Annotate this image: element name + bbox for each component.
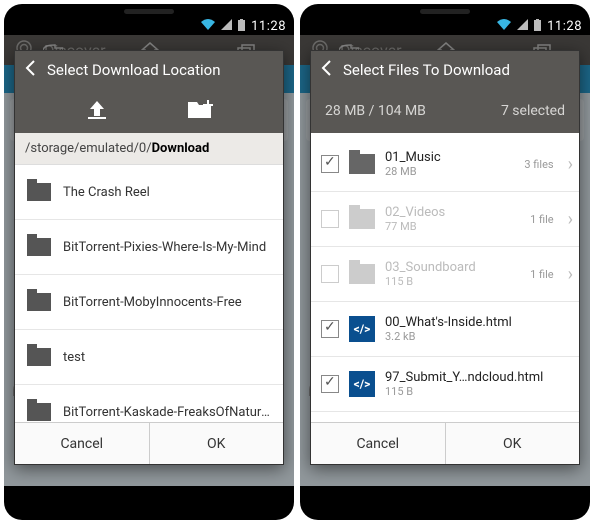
file-row[interactable]: </> 97_Submit_Y…ndcloud.html115 B [311, 357, 579, 412]
selected-summary: 7 selected [501, 103, 565, 119]
file-name: 00_What's-Inside.html [385, 315, 573, 330]
cancel-button[interactable]: Cancel [311, 423, 446, 464]
size-summary: 28 MB / 104 MB [325, 103, 426, 119]
folder-icon [27, 293, 51, 311]
folder-name: BitTorrent-MobyInnocents-Free [63, 295, 271, 310]
checkbox[interactable] [321, 155, 339, 173]
folder-row[interactable]: BitTorrent-MobyInnocents-Free [15, 275, 283, 330]
signal-icon [221, 19, 232, 33]
new-folder-icon[interactable] [187, 98, 215, 124]
file-size: 28 MB [385, 165, 514, 178]
file-name: 97_Submit_Y…ndcloud.html [385, 370, 573, 385]
file-size: 77 MB [385, 220, 520, 233]
folder-name: BitTorrent-Kaskade-FreaksOfNature-Pr… [63, 405, 271, 420]
html-file-icon: </> [349, 316, 375, 342]
file-row[interactable]: </>98_Get_Moby-I…-iTunes.html [311, 412, 579, 422]
folder-name: The Crash Reel [63, 185, 271, 200]
file-row[interactable]: 02_Videos77 MB 1 file › [311, 192, 579, 247]
file-meta: 3 files [524, 158, 553, 171]
wifi-icon [497, 19, 511, 33]
folder-row[interactable]: BitTorrent-Kaskade-FreaksOfNature-Pr… [15, 385, 283, 422]
cancel-button[interactable]: Cancel [15, 423, 150, 464]
file-meta: 1 file [530, 268, 554, 281]
html-file-icon: </> [349, 371, 375, 397]
checkbox[interactable] [321, 210, 339, 228]
status-time: 11:28 [547, 19, 582, 34]
checkbox[interactable] [321, 375, 339, 393]
folder-icon [349, 264, 375, 284]
checkbox[interactable] [321, 265, 339, 283]
ok-button[interactable]: OK [446, 423, 580, 464]
dialog-download-location: Select Download Location /storage/emulat… [14, 50, 284, 465]
folder-row[interactable]: BitTorrent-Pixies-Where-Is-My-Mind [15, 220, 283, 275]
file-name: 01_Music [385, 150, 514, 165]
folder-icon [27, 183, 51, 201]
folder-icon [27, 238, 51, 256]
file-row[interactable]: 01_Music28 MB 3 files › [311, 137, 579, 192]
phone-right: 11:28 Discover Bit Killing Select Files … [300, 4, 590, 520]
file-size: 3.2 kB [385, 330, 573, 343]
checkbox[interactable] [321, 320, 339, 338]
dialog-title: Select Download Location [47, 61, 220, 79]
file-name: 02_Videos [385, 205, 520, 220]
dialog-title: Select Files To Download [343, 61, 510, 79]
status-time: 11:28 [251, 19, 286, 34]
folder-icon [27, 348, 51, 366]
file-meta: 1 file [530, 213, 554, 226]
status-bar: 11:28 [300, 17, 590, 35]
status-bar: 11:28 [4, 17, 294, 35]
wifi-icon [201, 19, 215, 33]
chevron-right-icon[interactable]: › [568, 154, 573, 175]
folder-icon [349, 209, 375, 229]
file-row[interactable]: </> 00_What's-Inside.html3.2 kB [311, 302, 579, 357]
up-folder-icon[interactable] [84, 98, 110, 124]
file-row[interactable]: 03_Soundboard115 B 1 file › [311, 247, 579, 302]
folder-name: BitTorrent-Pixies-Where-Is-My-Mind [63, 240, 271, 255]
folder-row[interactable]: The Crash Reel [15, 165, 283, 220]
file-name: 03_Soundboard [385, 260, 520, 275]
folder-name: test [63, 350, 271, 365]
chevron-right-icon[interactable]: › [568, 264, 573, 285]
folder-row[interactable]: test [15, 330, 283, 385]
signal-icon [517, 19, 528, 33]
path-bar: /storage/emulated/0/Download [15, 133, 283, 165]
back-icon[interactable] [25, 60, 35, 80]
battery-icon [534, 19, 541, 34]
dialog-select-files: Select Files To Download 28 MB / 104 MB … [310, 50, 580, 465]
folder-icon [27, 403, 51, 421]
folder-icon [349, 154, 375, 174]
file-size: 115 B [385, 275, 520, 288]
file-size: 115 B [385, 385, 573, 398]
back-icon[interactable] [321, 60, 331, 80]
chevron-right-icon[interactable]: › [568, 209, 573, 230]
ok-button[interactable]: OK [150, 423, 284, 464]
battery-icon [238, 19, 245, 34]
phone-left: 11:28 Discover Bit Killing Select Downlo… [4, 4, 294, 520]
